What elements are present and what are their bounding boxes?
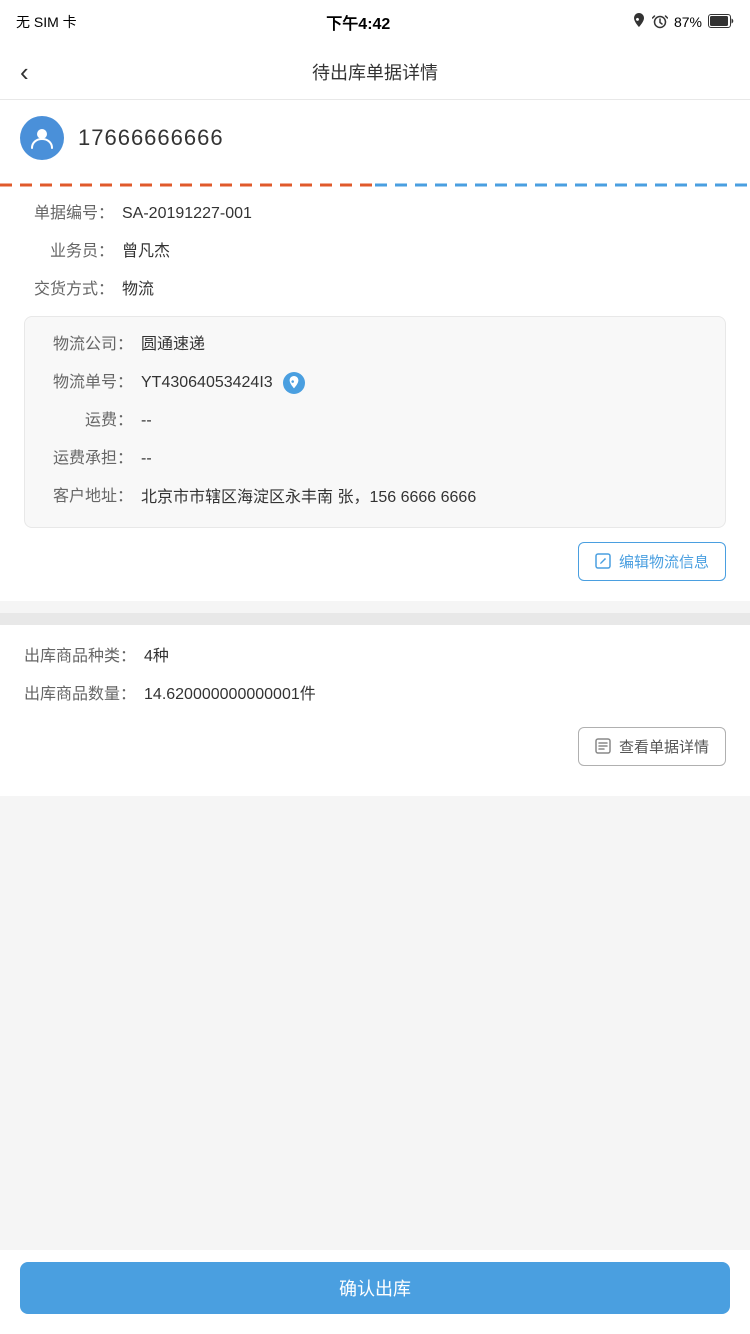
- tracking-number-row: 物流单号： YT43064053424I3: [43, 371, 707, 395]
- address-row: 客户地址： 北京市市辖区海淀区永丰南 张，156 6666 6666: [43, 485, 707, 511]
- section-divider: [0, 613, 750, 625]
- avatar: [20, 116, 64, 160]
- tracking-location-icon[interactable]: [283, 372, 305, 394]
- confirm-button[interactable]: 确认出库: [20, 1262, 730, 1314]
- goods-quantity-value: 14.620000000000001件: [144, 683, 726, 707]
- status-right: 87%: [632, 13, 734, 32]
- salesperson-label: 业务员：: [24, 240, 114, 264]
- dashed-divider: [0, 176, 750, 182]
- order-info-section: 单据编号： SA-20191227-001 业务员： 曾凡杰 交货方式： 物流 …: [0, 182, 750, 601]
- document-number-row: 单据编号： SA-20191227-001: [24, 202, 726, 226]
- goods-types-row: 出库商品种类： 4种: [24, 645, 726, 669]
- address-label: 客户地址：: [43, 485, 133, 509]
- logistics-company-row: 物流公司： 圆通速递: [43, 333, 707, 357]
- alarm-status-icon: [652, 13, 668, 32]
- edit-logistics-button[interactable]: 编辑物流信息: [578, 542, 726, 581]
- page-title: 待出库单据详情: [312, 59, 438, 85]
- freight-label: 运费：: [43, 409, 133, 433]
- freight-row: 运费： --: [43, 409, 707, 433]
- goods-quantity-label: 出库商品数量：: [24, 683, 136, 707]
- address-value: 北京市市辖区海淀区永丰南 张，156 6666 6666: [141, 485, 707, 511]
- freight-bearer-row: 运费承担： --: [43, 447, 707, 471]
- view-detail-label: 查看单据详情: [619, 736, 709, 757]
- status-time: 下午4:42: [326, 10, 390, 34]
- salesperson-row: 业务员： 曾凡杰: [24, 240, 726, 264]
- goods-quantity-row: 出库商品数量： 14.620000000000001件: [24, 683, 726, 707]
- logistics-company-value: 圆通速递: [141, 333, 707, 357]
- battery-icon: [708, 14, 734, 31]
- customer-phone: 17666666666: [78, 125, 224, 151]
- confirm-btn-bar: 确认出库: [0, 1250, 750, 1334]
- logistics-company-label: 物流公司：: [43, 333, 133, 357]
- edit-logistics-label: 编辑物流信息: [619, 551, 709, 572]
- status-bar: 无 SIM 卡 下午4:42 87%: [0, 0, 750, 44]
- document-number-label: 单据编号：: [24, 202, 114, 226]
- goods-section: 出库商品种类： 4种 出库商品数量： 14.620000000000001件 查…: [0, 625, 750, 796]
- goods-types-label: 出库商品种类：: [24, 645, 136, 669]
- nav-bar: ‹ 待出库单据详情: [0, 44, 750, 100]
- sim-label: 无 SIM 卡: [16, 12, 77, 32]
- delivery-method-row: 交货方式： 物流: [24, 278, 726, 302]
- edit-btn-row: 编辑物流信息: [24, 542, 726, 581]
- goods-types-value: 4种: [144, 645, 726, 669]
- freight-bearer-label: 运费承担：: [43, 447, 133, 471]
- view-detail-button[interactable]: 查看单据详情: [578, 727, 726, 766]
- tracking-number-label: 物流单号：: [43, 371, 133, 395]
- document-number-value: SA-20191227-001: [122, 202, 726, 226]
- confirm-button-label: 确认出库: [339, 1275, 411, 1301]
- freight-bearer-value: --: [141, 447, 707, 471]
- customer-header: 17666666666: [0, 100, 750, 176]
- location-status-icon: [632, 13, 646, 32]
- back-button[interactable]: ‹: [20, 59, 29, 85]
- tracking-number-value: YT43064053424I3: [141, 371, 707, 395]
- status-left: 无 SIM 卡: [16, 12, 85, 32]
- bottom-spacer: [0, 796, 750, 996]
- view-detail-btn-row: 查看单据详情: [24, 727, 726, 776]
- delivery-method-value: 物流: [122, 278, 726, 302]
- freight-value: --: [141, 409, 707, 433]
- logistics-card: 物流公司： 圆通速递 物流单号： YT43064053424I3 运费： -- …: [24, 316, 726, 528]
- battery-percent: 87%: [674, 14, 702, 30]
- delivery-method-label: 交货方式：: [24, 278, 114, 302]
- salesperson-value: 曾凡杰: [122, 240, 726, 264]
